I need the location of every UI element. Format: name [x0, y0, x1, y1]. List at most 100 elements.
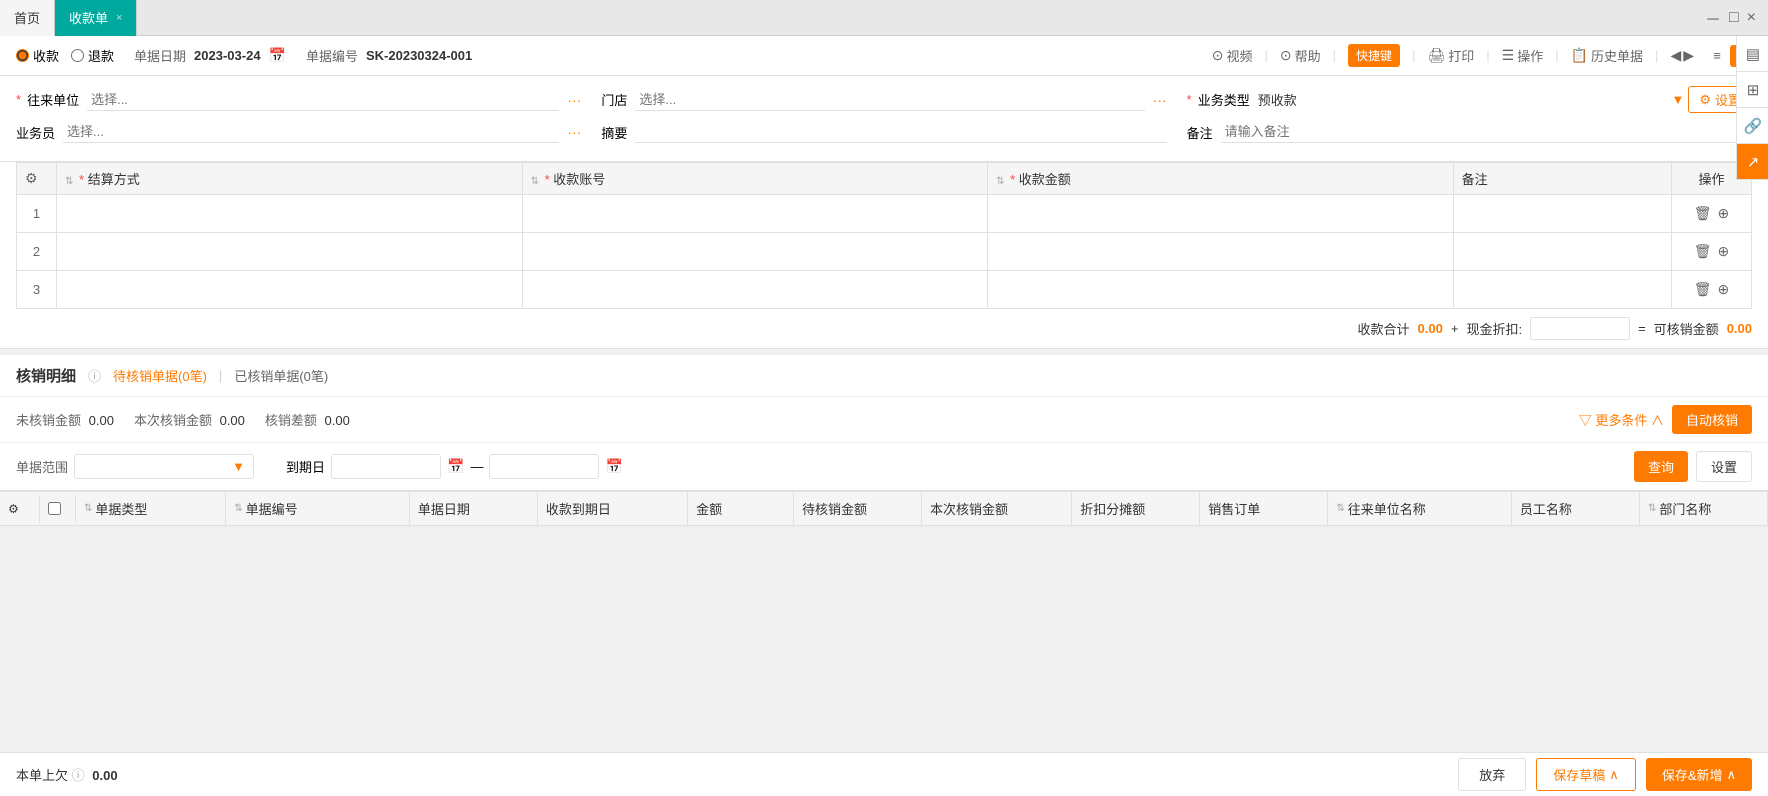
pending-tab-link[interactable]: 待核销单据(0笔) [113, 366, 207, 385]
rs-icon-1[interactable]: ▤ [1737, 36, 1768, 72]
date-to-input[interactable]: 2022-04-12 [489, 454, 599, 479]
top-toolbar: 收款 退款 单据日期 2023-03-24 📅 单据编号 SK-20230324… [0, 36, 1768, 76]
current-verify-value: 0.00 [220, 413, 245, 428]
auto-verify-button[interactable]: 自动核销 [1672, 405, 1752, 434]
tab-home[interactable]: 首页 [0, 0, 55, 36]
summary-input[interactable] [635, 121, 1166, 143]
btc-dept: ⇅ 部门名称 [1640, 492, 1768, 525]
footer-info-icon[interactable]: ⓘ [72, 768, 85, 783]
rs-icon-3[interactable]: 🔗 [1737, 108, 1768, 144]
tab-receipt-close[interactable]: × [116, 12, 122, 24]
right-sidebar: ▤ ⊞ 🔗 ↗ [1736, 36, 1768, 180]
filter-settings-button[interactable]: 设置 [1696, 451, 1752, 482]
staff-label: 业务员 [16, 123, 55, 142]
tab-receipt-label: 收款单 [69, 8, 108, 27]
store-field: 门店 ··· [601, 89, 1166, 111]
filter-range-select[interactable]: ▼ [74, 454, 254, 479]
store-more-btn[interactable]: ··· [1153, 92, 1167, 108]
btc-due-date: 收款到期日 [538, 492, 688, 525]
doc-date-value: 2023-03-24 [194, 48, 261, 63]
tab-separator: | [219, 368, 222, 383]
doc-date-calendar-icon[interactable]: 📅 [269, 47, 286, 64]
biz-type-dropdown-icon[interactable]: ▼ [1671, 92, 1684, 107]
row2-delete-btn[interactable]: 🗑 [1694, 243, 1712, 260]
video-icon: ⊙ [1212, 47, 1224, 64]
date-from-input[interactable]: 2022-04-01 [331, 454, 441, 479]
col-settlement: ⇅ * 结算方式 [57, 163, 523, 195]
verification-info-icon[interactable]: ⓘ [88, 366, 101, 385]
verification-header: 核销明细 ⓘ 待核销单据(0笔) | 已核销单据(0笔) [0, 355, 1768, 397]
counterpart-more-btn[interactable]: ··· [567, 92, 581, 108]
doc-no-field: 单据编号 SK-20230324-001 [306, 46, 472, 65]
save-draft-arrow-icon: ∧ [1609, 767, 1619, 783]
staff-field: 业务员 ··· [16, 121, 581, 143]
row3-copy-btn[interactable]: ⊕ [1718, 281, 1730, 298]
btc-gear[interactable]: ⚙ [0, 495, 40, 523]
equals-sign: = [1638, 321, 1646, 336]
remark-input[interactable] [1221, 121, 1752, 143]
minimize-btn[interactable]: － [1705, 6, 1721, 30]
remark-field: 备注 [1187, 121, 1752, 143]
radio-receipt[interactable]: 收款 [16, 46, 59, 65]
row3-delete-btn[interactable]: 🗑 [1694, 281, 1712, 298]
counterpart-input[interactable] [87, 89, 559, 111]
save-new-button[interactable]: 保存&新增 ∧ [1646, 758, 1752, 791]
ben-shang-value: 0.00 [92, 768, 117, 783]
more-conditions-link[interactable]: ▽ 更多条件 ∧ [1579, 410, 1664, 429]
staff-input[interactable] [63, 121, 559, 143]
available-value: 0.00 [1727, 321, 1752, 336]
nav-next-btn[interactable]: ▶ [1683, 47, 1694, 64]
query-button[interactable]: 查询 [1634, 451, 1688, 482]
staff-more-btn[interactable]: ··· [567, 124, 581, 140]
video-link[interactable]: ⊙ 视频 [1212, 46, 1253, 65]
row2-copy-btn[interactable]: ⊕ [1718, 243, 1730, 260]
discount-label: 现金折扣: [1466, 319, 1522, 338]
filter-icon: ▽ [1579, 413, 1592, 428]
date-from-calendar-icon[interactable]: 📅 [447, 458, 464, 475]
available-label: 可核销金额 [1654, 319, 1719, 338]
counterpart-label: 往来单位 [27, 90, 79, 109]
total-value: 0.00 [1418, 321, 1443, 336]
receipt-type-group: 收款 退款 [16, 46, 114, 65]
btc-no: ⇅ 单据编号 [226, 492, 410, 525]
nav-prev-btn[interactable]: ◀ [1670, 47, 1681, 64]
close-btn[interactable]: × [1747, 9, 1756, 27]
more-conditions: ▽ 更多条件 ∧ 自动核销 [1579, 405, 1752, 434]
btc-counterpart: ⇅ 往来单位名称 [1328, 492, 1512, 525]
rs-icon-2[interactable]: ⊞ [1737, 72, 1768, 108]
abandon-button[interactable]: 放弃 [1458, 758, 1526, 791]
biz-type-label: 业务类型 [1198, 90, 1250, 109]
form-row-1: * 往来单位 ··· 门店 ··· * 业务类型 预收款 ▼ ⚙ 设置 [16, 86, 1752, 113]
radio-refund[interactable]: 退款 [71, 46, 114, 65]
table-gear-icon[interactable]: ⚙ [25, 170, 38, 186]
history-link[interactable]: 📋 历史单据 [1571, 46, 1643, 65]
gear-icon: ⚙ [1699, 92, 1711, 108]
window-controls: － □ × [1705, 6, 1768, 30]
tab-receipt[interactable]: 收款单 × [55, 0, 137, 36]
btc-checkbox [40, 495, 76, 522]
layout-list-icon[interactable]: ≡ [1706, 45, 1728, 67]
rs-icon-4[interactable]: ↗ [1737, 144, 1768, 180]
shortcut-button[interactable]: 快捷键 [1348, 44, 1400, 67]
print-link[interactable]: 🖨 打印 [1427, 46, 1474, 65]
doc-no-value: SK-20230324-001 [366, 48, 472, 63]
bottom-footer: 本单上欠 ⓘ 0.00 放弃 保存草稿 ∧ 保存&新增 ∧ [0, 752, 1768, 796]
row1-copy-btn[interactable]: ⊕ [1718, 205, 1730, 222]
receipt-table: ⚙ ⇅ * 结算方式 ⇅ * 收款账号 ⇅ * 收款金额 [16, 162, 1752, 309]
done-tab-link[interactable]: 已核销单据(0笔) [234, 366, 328, 385]
maximize-btn[interactable]: □ [1729, 9, 1739, 27]
btc-date: 单据日期 [410, 492, 538, 525]
footer-buttons: 放弃 保存草稿 ∧ 保存&新增 ∧ [1458, 758, 1752, 791]
discount-input[interactable] [1530, 317, 1630, 340]
date-to-calendar-icon[interactable]: 📅 [605, 458, 622, 475]
filter-buttons: 查询 设置 [1634, 451, 1752, 482]
operation-link[interactable]: ☰ 操作 [1502, 46, 1544, 65]
row1-delete-btn[interactable]: 🗑 [1694, 205, 1712, 222]
remark-label: 备注 [1187, 123, 1213, 142]
btc-current: 本次核销金额 [922, 492, 1072, 525]
save-draft-button[interactable]: 保存草稿 ∧ [1536, 758, 1636, 791]
save-new-arrow-icon: ∧ [1726, 767, 1736, 783]
select-all-checkbox[interactable] [48, 502, 61, 515]
store-input[interactable] [635, 89, 1144, 111]
help-link[interactable]: ⊙ 帮助 [1280, 46, 1321, 65]
